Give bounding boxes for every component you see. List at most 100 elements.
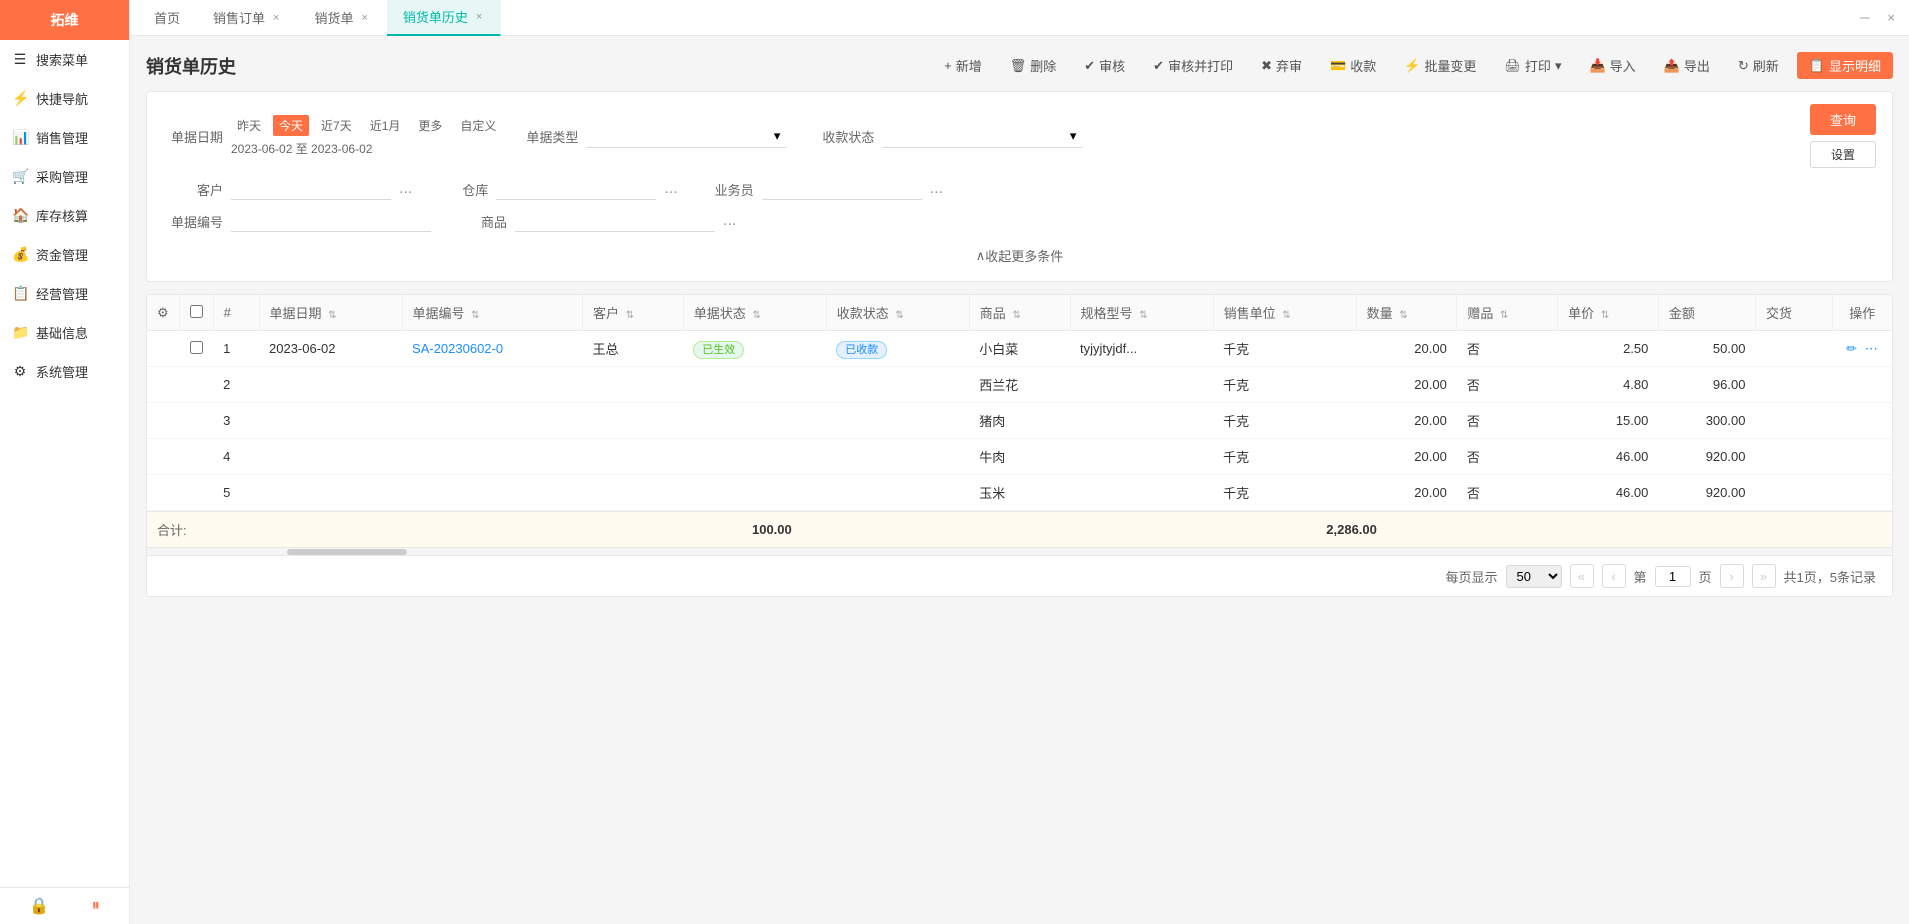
column-gift[interactable]: 赠品 ⇅: [1457, 295, 1558, 331]
column-goods[interactable]: 商品 ⇅: [969, 295, 1070, 331]
shortcut-1month[interactable]: 近1月: [364, 115, 407, 136]
print-label: 打印: [1525, 56, 1551, 75]
doc-no-input[interactable]: [231, 210, 431, 232]
discard-button[interactable]: ✖ 弃审: [1251, 52, 1312, 79]
collect-status-label: 收款状态: [814, 127, 874, 146]
table-row: 1 2023-06-02 SA-20230602-0 王总 已生效 已收款 小白…: [147, 331, 1892, 367]
horizontal-scrollbar[interactable]: [147, 547, 1892, 555]
audit-print-button[interactable]: ✔ 审核并打印: [1143, 52, 1243, 79]
column-customer[interactable]: 客户 ⇅: [582, 295, 683, 331]
row-doc-no-cell[interactable]: [402, 475, 582, 511]
window-minimize-icon[interactable]: －: [1852, 6, 1877, 29]
goods-more-icon[interactable]: ...: [723, 212, 736, 230]
tab-home[interactable]: 首页: [138, 0, 197, 36]
table-container: ⚙ # 单据日期 ⇅ 单据编号 ⇅: [146, 294, 1893, 597]
page-number-input[interactable]: [1655, 566, 1691, 587]
shortcut-custom[interactable]: 自定义: [454, 115, 502, 136]
column-price[interactable]: 单价 ⇅: [1558, 295, 1659, 331]
select-all-checkbox[interactable]: [190, 305, 203, 318]
tab-bar: 首页 销售订单 × 销货单 × 销货单历史 × － ×: [130, 0, 1909, 36]
row-collect-status-cell: [826, 367, 969, 403]
batch-change-button[interactable]: ⚡ 批量变更: [1394, 52, 1486, 79]
sidebar-item-ops-mgmt[interactable]: 📋 经营管理: [0, 274, 129, 313]
audit-button[interactable]: ✔ 审核: [1074, 52, 1135, 79]
column-doc-no[interactable]: 单据编号 ⇅: [402, 295, 582, 331]
column-spec[interactable]: 规格型号 ⇅: [1070, 295, 1213, 331]
shortcut-yesterday[interactable]: 昨天: [231, 115, 267, 136]
sidebar-item-stock-calc[interactable]: 🏠 库存核算: [0, 196, 129, 235]
row-doc-status-cell: [683, 475, 826, 511]
edit-action-icon[interactable]: ✏: [1846, 341, 1857, 356]
prev-page-button[interactable]: ‹: [1602, 564, 1626, 588]
tab-sales-goods-close[interactable]: ×: [359, 11, 369, 25]
goods-input[interactable]: [515, 210, 715, 232]
show-detail-button[interactable]: 📋 显示明细: [1797, 52, 1893, 79]
page-title: 销货单历史: [146, 53, 236, 79]
customer-more-icon[interactable]: ...: [399, 180, 412, 198]
sidebar-item-quick-nav[interactable]: ⚡ 快捷导航: [0, 79, 129, 118]
warehouse-more-icon[interactable]: ...: [664, 180, 677, 198]
column-gear[interactable]: ⚙: [147, 295, 179, 331]
row-action-cell: [1832, 367, 1892, 403]
collapse-row[interactable]: ∧ 收起更多条件: [163, 242, 1876, 269]
print-button[interactable]: 🖨 打印 ▾: [1494, 52, 1571, 79]
sidebar-item-basic-info[interactable]: 📁 基础信息: [0, 313, 129, 352]
settings-button[interactable]: 设置: [1810, 141, 1876, 168]
doc-type-select[interactable]: ▾: [586, 125, 786, 148]
row-amount-cell: 50.00: [1658, 331, 1755, 367]
row-checkbox[interactable]: [190, 341, 203, 354]
delete-button[interactable]: 🗑 删除: [1000, 52, 1067, 79]
tab-sales-history-label: 销货单历史: [403, 7, 468, 26]
sidebar-item-sys-mgmt[interactable]: ⚙ 系统管理: [0, 352, 129, 391]
shortcut-7days[interactable]: 近7天: [315, 115, 358, 136]
column-collect-status[interactable]: 收款状态 ⇅: [826, 295, 969, 331]
row-doc-no-cell[interactable]: [402, 403, 582, 439]
row-price-cell: 2.50: [1558, 331, 1659, 367]
row-doc-no-cell[interactable]: [402, 439, 582, 475]
export-icon: 📤: [1664, 58, 1680, 74]
query-button[interactable]: 查询: [1810, 104, 1876, 135]
more-action-icon[interactable]: ⋯: [1865, 341, 1878, 356]
print-dropdown-icon: ▾: [1555, 58, 1562, 74]
tab-sales-history[interactable]: 销货单历史 ×: [387, 0, 501, 36]
last-page-button[interactable]: »: [1752, 564, 1776, 588]
collect-status-select[interactable]: ▾: [882, 125, 1082, 148]
column-doc-status[interactable]: 单据状态 ⇅: [683, 295, 826, 331]
salesperson-input[interactable]: [762, 178, 922, 200]
scrollbar-thumb[interactable]: [287, 549, 407, 555]
sidebar-lock-icon[interactable]: 🔒: [29, 896, 49, 916]
shortcut-today[interactable]: 今天: [273, 115, 309, 136]
doc-no-label: 单据编号: [163, 212, 223, 231]
row-doc-no-cell[interactable]: [402, 367, 582, 403]
warehouse-input[interactable]: [496, 178, 656, 200]
sidebar-item-capital-mgmt[interactable]: 💰 资金管理: [0, 235, 129, 274]
collect-button[interactable]: 💳 收款: [1320, 52, 1386, 79]
row-spec-cell: [1070, 475, 1213, 511]
tab-sales-order-close[interactable]: ×: [271, 11, 281, 25]
sidebar-item-purchase-mgmt[interactable]: 🛒 采购管理: [0, 157, 129, 196]
refresh-button[interactable]: ↻ 刷新: [1728, 52, 1789, 79]
window-close-icon[interactable]: ×: [1881, 8, 1901, 27]
new-button[interactable]: + 新增: [934, 52, 992, 79]
export-button[interactable]: 📤 导出: [1654, 52, 1720, 79]
first-page-button[interactable]: «: [1570, 564, 1594, 588]
column-qty[interactable]: 数量 ⇅: [1356, 295, 1457, 331]
table-row: 2 西兰花 千克 20.00 否 4.80 96.00: [147, 367, 1892, 403]
sidebar-item-sales-mgmt[interactable]: 📊 销售管理: [0, 118, 129, 157]
customer-input[interactable]: [231, 178, 391, 200]
next-page-button[interactable]: ›: [1720, 564, 1744, 588]
sidebar-item-search-menu[interactable]: ☰ 搜索菜单: [0, 40, 129, 79]
row-doc-no-cell[interactable]: SA-20230602-0: [402, 331, 582, 367]
import-button[interactable]: 📥 导入: [1579, 52, 1645, 79]
column-doc-date[interactable]: 单据日期 ⇅: [259, 295, 402, 331]
tab-sales-goods-label: 销货单: [314, 8, 353, 27]
tab-sales-history-close[interactable]: ×: [474, 10, 484, 24]
per-page-select[interactable]: 50 100 200: [1506, 565, 1562, 588]
column-unit[interactable]: 销售单位 ⇅: [1213, 295, 1356, 331]
sidebar-pause-icon[interactable]: ⏸: [92, 897, 100, 915]
shortcut-more[interactable]: 更多: [412, 115, 448, 136]
tab-sales-order[interactable]: 销售订单 ×: [197, 0, 298, 36]
salesperson-more-icon[interactable]: ...: [930, 180, 943, 198]
collapse-label: 收起更多条件: [985, 246, 1063, 265]
tab-sales-goods[interactable]: 销货单 ×: [298, 0, 386, 36]
